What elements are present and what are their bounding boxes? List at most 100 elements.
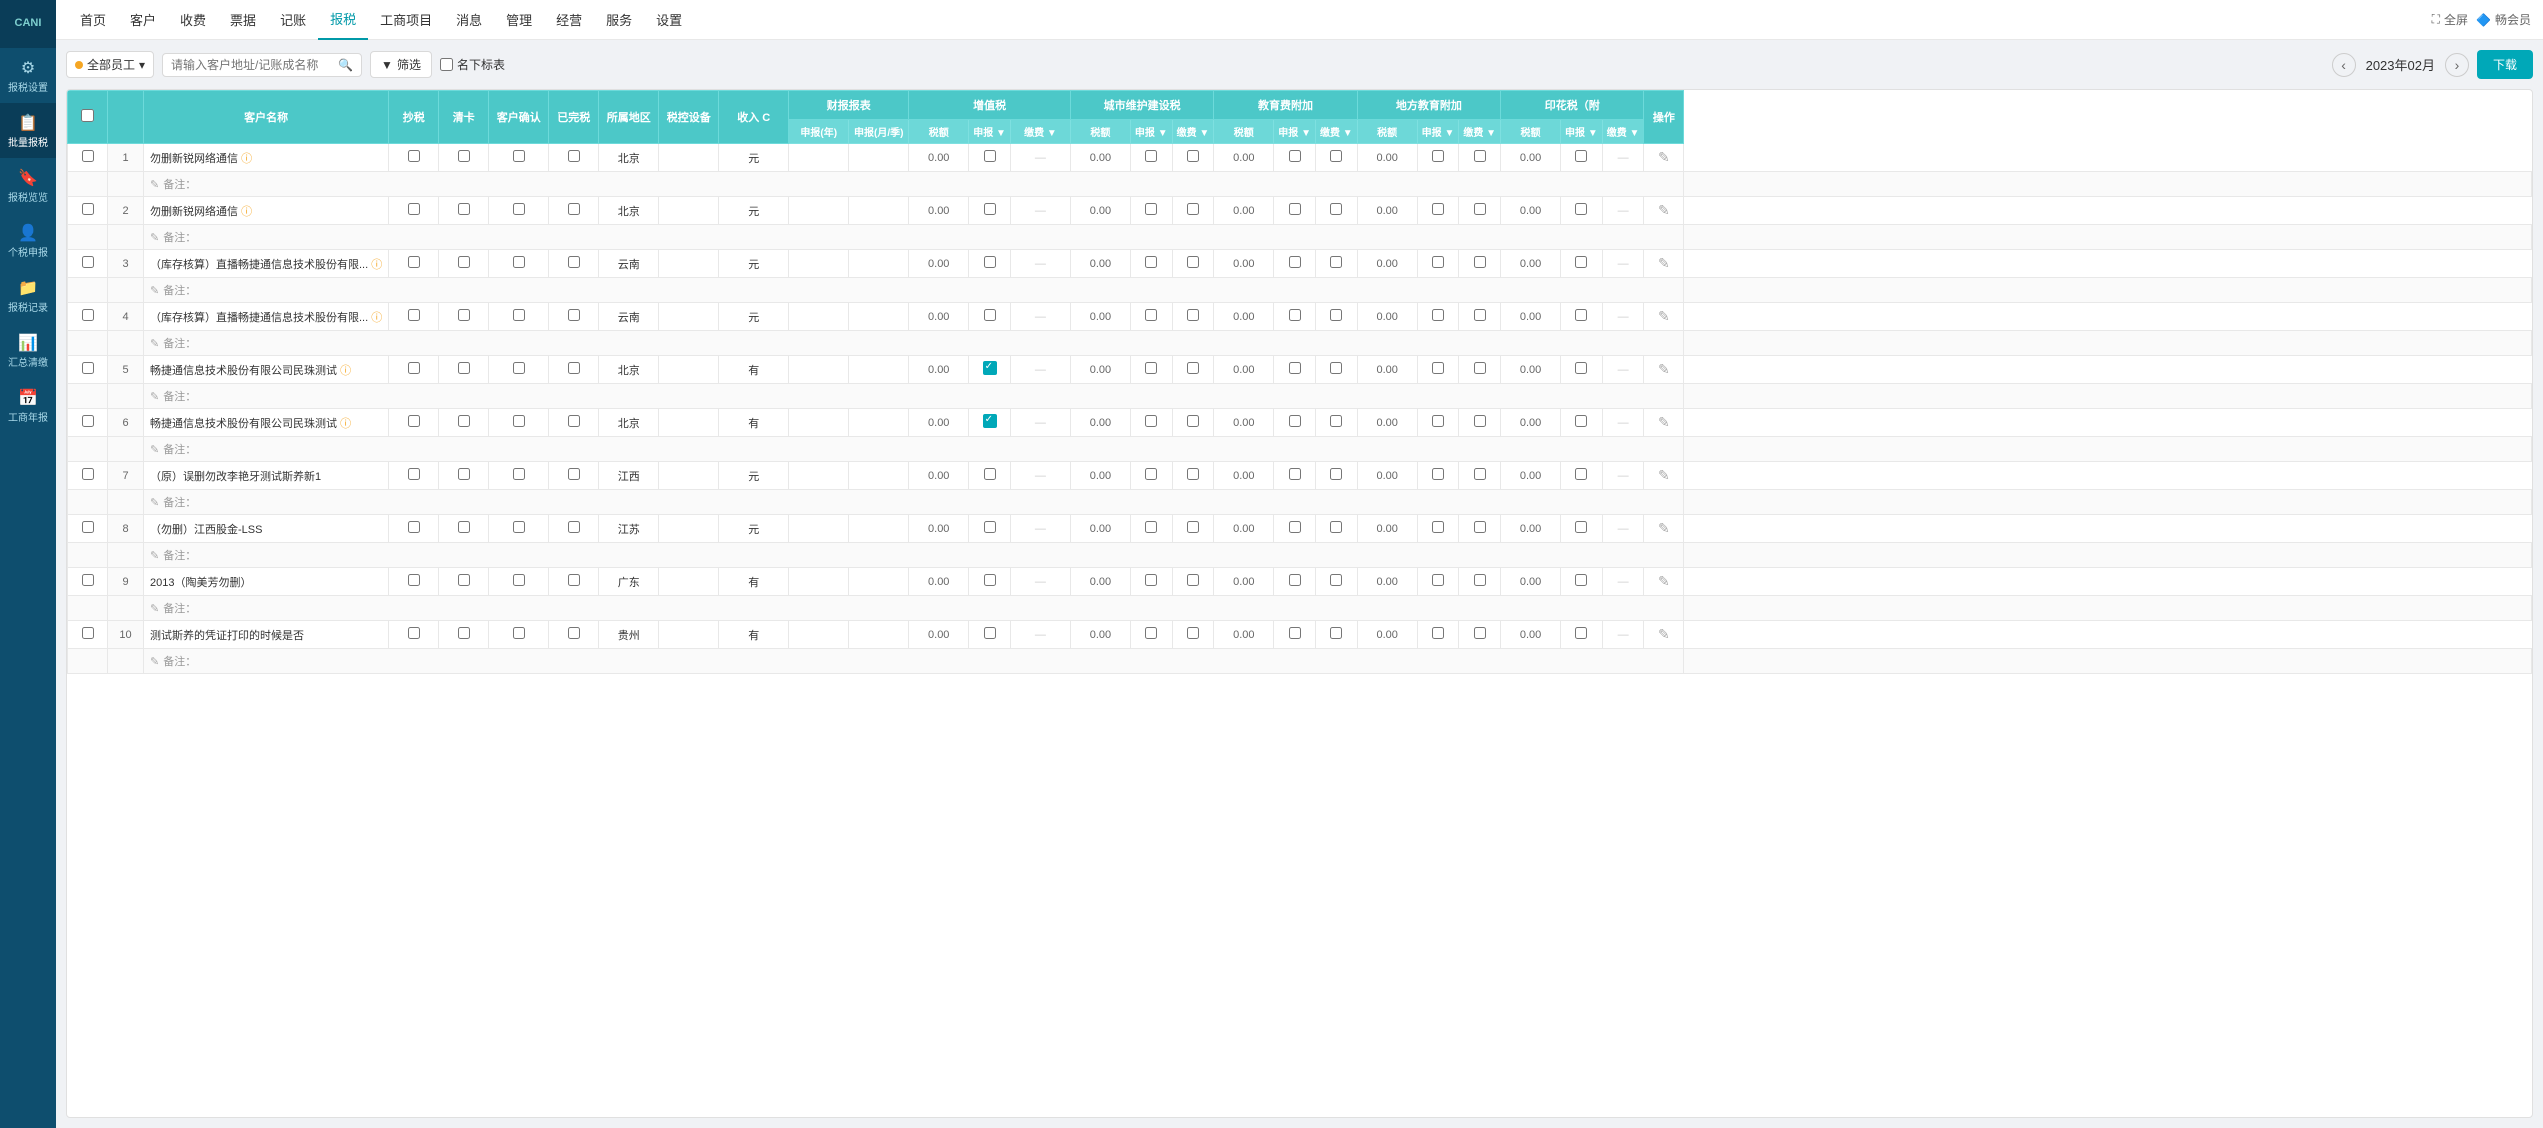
row-checkbox[interactable]	[82, 627, 94, 639]
qingka-checkbox[interactable]	[458, 203, 470, 215]
qingka-checkbox[interactable]	[458, 627, 470, 639]
edu-pay-checkbox[interactable]	[1330, 468, 1342, 480]
edit-button[interactable]: ✎	[1658, 308, 1670, 324]
note-edit-icon[interactable]: ✎	[150, 284, 159, 297]
confirm-checkbox[interactable]	[513, 627, 525, 639]
city-pay-checkbox[interactable]	[1187, 521, 1199, 533]
city-pay-checkbox[interactable]	[1187, 468, 1199, 480]
row-checkbox[interactable]	[82, 203, 94, 215]
chaoshui-checkbox[interactable]	[408, 150, 420, 162]
city-pay-checkbox[interactable]	[1187, 627, 1199, 639]
edu-declare-checkbox[interactable]	[1289, 521, 1301, 533]
note-edit-icon[interactable]: ✎	[150, 549, 159, 562]
local-declare-checkbox[interactable]	[1432, 362, 1444, 374]
edit-button[interactable]: ✎	[1658, 361, 1670, 377]
prev-month-btn[interactable]: ‹	[2332, 53, 2356, 77]
edit-button[interactable]: ✎	[1658, 149, 1670, 165]
sidebar-item-huizong[interactable]: 📊 汇总清缴	[0, 323, 56, 378]
edu-pay-checkbox[interactable]	[1330, 627, 1342, 639]
row-checkbox[interactable]	[82, 468, 94, 480]
edit-button[interactable]: ✎	[1658, 202, 1670, 218]
local-declare-checkbox[interactable]	[1432, 203, 1444, 215]
edu-declare-checkbox[interactable]	[1289, 203, 1301, 215]
note-edit-icon[interactable]: ✎	[150, 496, 159, 509]
nav-operations[interactable]: 经营	[544, 0, 594, 40]
local-pay-checkbox[interactable]	[1474, 521, 1486, 533]
row-checkbox[interactable]	[82, 309, 94, 321]
note-edit-icon[interactable]: ✎	[150, 602, 159, 615]
row-checkbox[interactable]	[82, 574, 94, 586]
local-pay-checkbox[interactable]	[1474, 203, 1486, 215]
edu-pay-checkbox[interactable]	[1330, 574, 1342, 586]
confirm-checkbox[interactable]	[513, 468, 525, 480]
nav-customer[interactable]: 客户	[118, 0, 168, 40]
note-edit-icon[interactable]: ✎	[150, 337, 159, 350]
row-checkbox[interactable]	[82, 415, 94, 427]
row-checkbox[interactable]	[82, 256, 94, 268]
city-pay-checkbox[interactable]	[1187, 362, 1199, 374]
edit-button[interactable]: ✎	[1658, 573, 1670, 589]
next-month-btn[interactable]: ›	[2445, 53, 2469, 77]
city-pay-checkbox[interactable]	[1187, 203, 1199, 215]
chaoshui-checkbox[interactable]	[408, 415, 420, 427]
member-btn[interactable]: 🔷 畅会员	[2476, 11, 2531, 28]
qingka-checkbox[interactable]	[458, 256, 470, 268]
local-declare-checkbox[interactable]	[1432, 415, 1444, 427]
nav-accounting[interactable]: 记账	[268, 0, 318, 40]
yiwan-checkbox[interactable]	[568, 521, 580, 533]
edit-button[interactable]: ✎	[1658, 626, 1670, 642]
qingka-checkbox[interactable]	[458, 309, 470, 321]
note-edit-icon[interactable]: ✎	[150, 655, 159, 668]
local-pay-checkbox[interactable]	[1474, 150, 1486, 162]
nav-invoice[interactable]: 票据	[218, 0, 268, 40]
qingka-checkbox[interactable]	[458, 362, 470, 374]
local-pay-checkbox[interactable]	[1474, 256, 1486, 268]
chaoshui-checkbox[interactable]	[408, 627, 420, 639]
confirm-checkbox[interactable]	[513, 574, 525, 586]
name-tag-check[interactable]	[440, 58, 453, 71]
stamp-declare-checkbox[interactable]	[1575, 468, 1587, 480]
row-checkbox[interactable]	[82, 521, 94, 533]
confirm-checkbox[interactable]	[513, 256, 525, 268]
edu-declare-checkbox[interactable]	[1289, 256, 1301, 268]
edit-button[interactable]: ✎	[1658, 467, 1670, 483]
local-pay-checkbox[interactable]	[1474, 468, 1486, 480]
city-declare-checkbox[interactable]	[1145, 521, 1157, 533]
edit-button[interactable]: ✎	[1658, 414, 1670, 430]
chaoshui-checkbox[interactable]	[408, 468, 420, 480]
confirm-checkbox[interactable]	[513, 203, 525, 215]
city-declare-checkbox[interactable]	[1145, 203, 1157, 215]
vat-declare-checkbox[interactable]	[984, 256, 996, 268]
vat-declare-checkbox[interactable]	[984, 574, 996, 586]
edu-pay-checkbox[interactable]	[1330, 256, 1342, 268]
chaoshui-checkbox[interactable]	[408, 256, 420, 268]
edu-pay-checkbox[interactable]	[1330, 521, 1342, 533]
employee-filter[interactable]: 全部员工 ▾	[66, 51, 154, 78]
sidebar-item-baoshui-shezhi[interactable]: ⚙ 报税设置	[0, 48, 56, 103]
city-declare-checkbox[interactable]	[1145, 415, 1157, 427]
stamp-declare-checkbox[interactable]	[1575, 415, 1587, 427]
search-box[interactable]: 🔍	[162, 53, 362, 77]
yiwan-checkbox[interactable]	[568, 309, 580, 321]
local-pay-checkbox[interactable]	[1474, 415, 1486, 427]
edu-declare-checkbox[interactable]	[1289, 309, 1301, 321]
note-edit-icon[interactable]: ✎	[150, 178, 159, 191]
city-declare-checkbox[interactable]	[1145, 627, 1157, 639]
city-declare-checkbox[interactable]	[1145, 256, 1157, 268]
note-edit-icon[interactable]: ✎	[150, 231, 159, 244]
yiwan-checkbox[interactable]	[568, 256, 580, 268]
edu-declare-checkbox[interactable]	[1289, 415, 1301, 427]
local-declare-checkbox[interactable]	[1432, 627, 1444, 639]
qingka-checkbox[interactable]	[458, 415, 470, 427]
edu-pay-checkbox[interactable]	[1330, 150, 1342, 162]
nav-message[interactable]: 消息	[444, 0, 494, 40]
edu-declare-checkbox[interactable]	[1289, 627, 1301, 639]
nav-tax[interactable]: 报税	[318, 0, 368, 40]
vat-declare-checkbox[interactable]	[984, 203, 996, 215]
city-declare-checkbox[interactable]	[1145, 362, 1157, 374]
search-input[interactable]	[171, 58, 338, 72]
city-declare-checkbox[interactable]	[1145, 468, 1157, 480]
sidebar-item-geshui-zhongshen[interactable]: 👤 个税申报	[0, 213, 56, 268]
local-declare-checkbox[interactable]	[1432, 468, 1444, 480]
nav-home[interactable]: 首页	[68, 0, 118, 40]
